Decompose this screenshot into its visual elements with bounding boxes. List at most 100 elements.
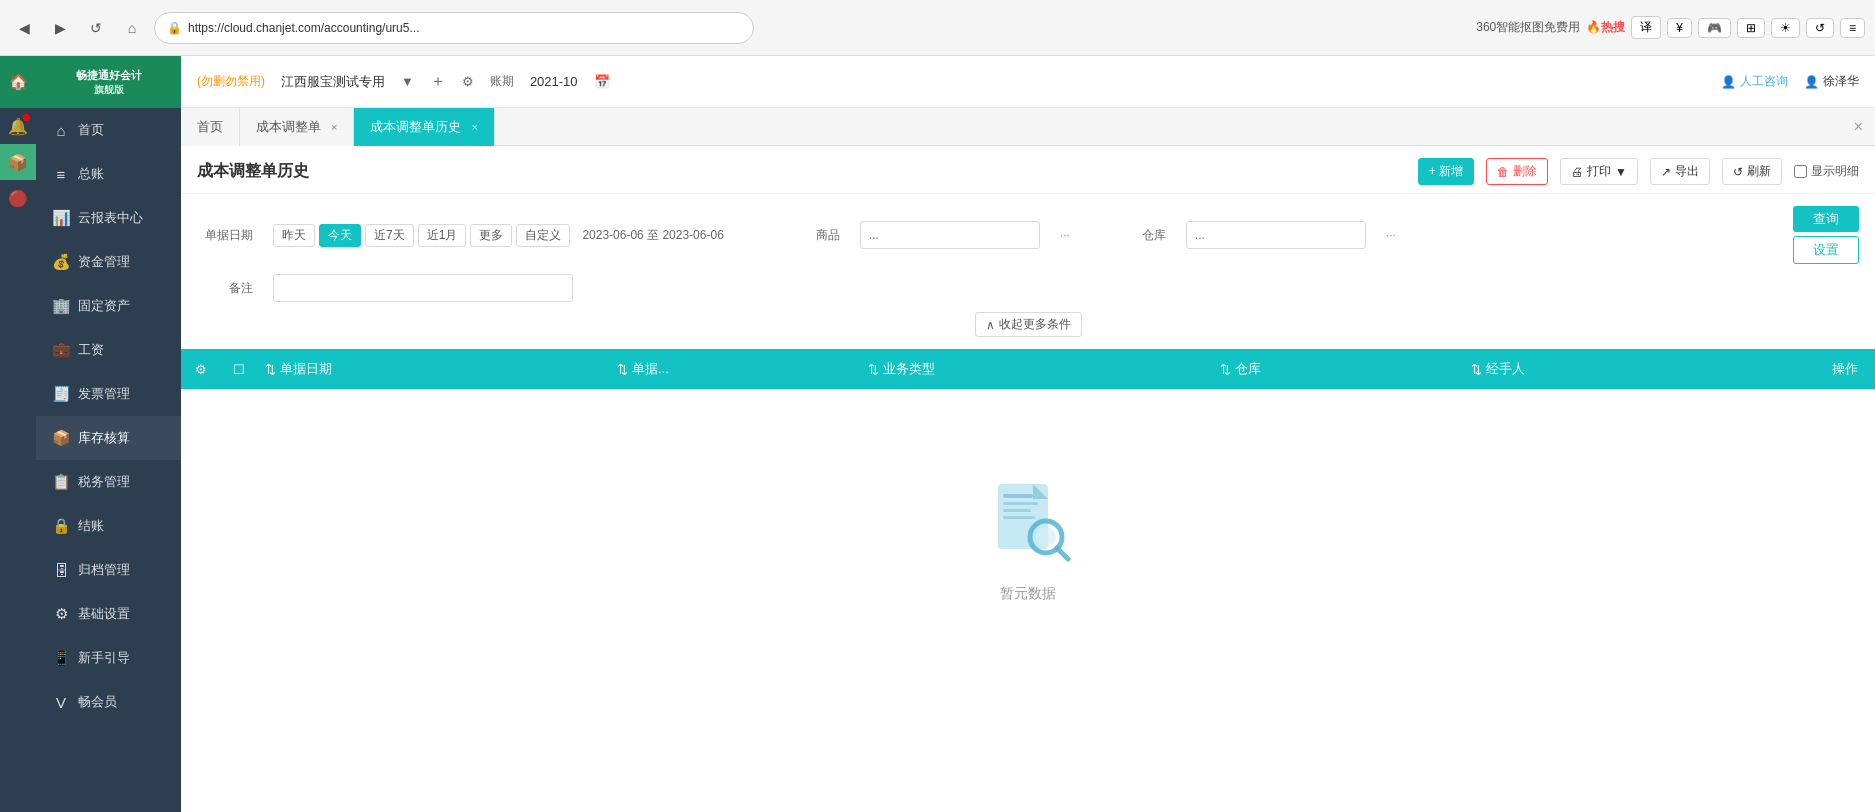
- address-bar[interactable]: 🔒 https://cloud.chanjet.com/accounting/u…: [154, 12, 754, 44]
- page-actions: + 新增 🗑 删除 🖨 打印 ▼ ↗ 导出 ↺: [1418, 158, 1859, 185]
- browser-tools: 360智能抠图免费用 🔥热搜 译 ¥ 🎮 ⊞ ☀ ↺ ≡: [1476, 16, 1865, 39]
- query-button[interactable]: 查询: [1793, 206, 1859, 232]
- consult-btn[interactable]: 👤 人工咨询: [1721, 73, 1788, 90]
- home-button[interactable]: ⌂: [118, 14, 146, 42]
- sidebar-item-guide[interactable]: 📱 新手引导: [36, 636, 181, 680]
- forward-button[interactable]: ▶: [46, 14, 74, 42]
- topbar-gear-icon[interactable]: ⚙: [462, 74, 474, 89]
- sort-date-icon: ⇅: [265, 362, 276, 377]
- sidebar-label-invoice: 发票管理: [78, 385, 130, 403]
- print-label: 打印: [1587, 163, 1611, 180]
- collapse-arrow-icon: ∧: [986, 318, 995, 332]
- empty-illustration: [978, 469, 1078, 569]
- table-checkbox-icon[interactable]: ☐: [233, 362, 245, 377]
- topbar-company: 江西服宝测试专用: [281, 73, 385, 91]
- th-date[interactable]: ⇅ 单据日期: [257, 360, 609, 378]
- rmb-btn[interactable]: ¥: [1667, 18, 1692, 38]
- topbar-calendar-icon[interactable]: 📅: [594, 74, 610, 89]
- tab-cost-adjust-history[interactable]: 成本调整单历史 ×: [354, 108, 494, 146]
- tab-cost-adjust[interactable]: 成本调整单 ×: [240, 108, 354, 146]
- tab2-close-icon[interactable]: ×: [471, 121, 477, 133]
- sidebar-label-vip: 畅会员: [78, 693, 117, 711]
- print-btn[interactable]: 🖨 打印 ▼: [1560, 158, 1638, 185]
- remarks-input[interactable]: [273, 274, 573, 302]
- th-doc-num[interactable]: ⇅ 单据...: [609, 360, 860, 378]
- topbar-add-icon[interactable]: ＋: [430, 71, 446, 92]
- th-warehouse[interactable]: ⇅ 仓库: [1212, 360, 1463, 378]
- collapse-row: ∧ 收起更多条件: [197, 312, 1859, 337]
- sidebar-item-assets[interactable]: 🏢 固定资产: [36, 284, 181, 328]
- table-settings-icon[interactable]: ⚙: [195, 362, 207, 377]
- delete-btn[interactable]: 🗑 删除: [1486, 158, 1548, 185]
- grid-btn[interactable]: ⊞: [1737, 18, 1765, 38]
- sidebar-label-guide: 新手引导: [78, 649, 130, 667]
- new-btn[interactable]: + 新增: [1418, 158, 1474, 185]
- empty-state: 暂元数据: [181, 389, 1875, 663]
- sidebar-label-funds: 资金管理: [78, 253, 130, 271]
- print-icon: 🖨: [1571, 165, 1583, 179]
- hot-search-label[interactable]: 🔥热搜: [1586, 19, 1625, 36]
- tab-home[interactable]: 首页: [181, 108, 240, 146]
- menu-btn[interactable]: ≡: [1840, 18, 1865, 38]
- date-btn-today[interactable]: 今天: [319, 224, 361, 247]
- sidebar-item-close[interactable]: 🔒 结账: [36, 504, 181, 548]
- sidebar-item-funds[interactable]: 💰 资金管理: [36, 240, 181, 284]
- warehouse-input[interactable]: [1186, 221, 1366, 249]
- goods-more-btn[interactable]: ···: [1060, 228, 1070, 242]
- rail-notification[interactable]: 🔔: [0, 108, 36, 144]
- assets-icon: 🏢: [52, 297, 70, 315]
- icon-rail: 🏠 🔔 📦 🔴: [0, 56, 36, 812]
- tab1-close-icon[interactable]: ×: [331, 121, 337, 133]
- logo-line1: 畅捷通好会计: [76, 68, 142, 82]
- goods-input[interactable]: [860, 221, 1040, 249]
- close-all-btn[interactable]: ×: [1842, 118, 1875, 136]
- show-cols-toggle[interactable]: 显示明细: [1794, 163, 1859, 180]
- th-settings[interactable]: ⚙: [181, 362, 221, 377]
- date-btn-yesterday[interactable]: 昨天: [273, 224, 315, 247]
- user-info[interactable]: 👤 徐泽华: [1804, 73, 1859, 90]
- vip-icon: V: [52, 694, 70, 711]
- sidebar-logo: 畅捷通好会计 旗舰版: [36, 56, 181, 108]
- sidebar-item-archive[interactable]: 🗄 归档管理: [36, 548, 181, 592]
- translate-btn[interactable]: 译: [1631, 16, 1661, 39]
- sidebar-item-tax[interactable]: 📋 税务管理: [36, 460, 181, 504]
- undo-btn[interactable]: ↺: [1806, 18, 1834, 38]
- setting-button[interactable]: 设置: [1793, 236, 1859, 264]
- date-btn-more[interactable]: 更多: [470, 224, 512, 247]
- game-btn[interactable]: 🎮: [1698, 18, 1731, 38]
- date-btn-1month[interactable]: 近1月: [418, 224, 467, 247]
- topbar-dropdown-icon[interactable]: ▼: [401, 74, 414, 89]
- sidebar-item-inventory[interactable]: 📦 库存核算: [36, 416, 181, 460]
- warehouse-more-btn[interactable]: ···: [1386, 228, 1396, 242]
- sidebar-item-invoice[interactable]: 🧾 发票管理: [36, 372, 181, 416]
- search-hint: 360智能抠图免费用: [1476, 19, 1580, 36]
- sidebar-item-vip[interactable]: V 畅会员: [36, 680, 181, 724]
- sidebar-item-home[interactable]: ⌂ 首页: [36, 108, 181, 152]
- rail-item-3[interactable]: 🔴: [0, 180, 36, 216]
- sidebar-item-settings[interactable]: ⚙ 基础设置: [36, 592, 181, 636]
- th-handler[interactable]: ⇅ 经手人: [1463, 360, 1815, 378]
- back-button[interactable]: ◀: [10, 14, 38, 42]
- table-container: ⚙ ☐ ⇅ 单据日期 ⇅ 单据... ⇅ 业务类型: [181, 349, 1875, 663]
- remarks-filter-label: 备注: [197, 280, 253, 297]
- th-warehouse-label: 仓库: [1235, 360, 1261, 378]
- table-header: ⚙ ☐ ⇅ 单据日期 ⇅ 单据... ⇅ 业务类型: [181, 349, 1875, 389]
- date-filter-label: 单据日期: [197, 227, 253, 244]
- theme-btn[interactable]: ☀: [1771, 18, 1800, 38]
- refresh-btn[interactable]: ↺ 刷新: [1722, 158, 1782, 185]
- sidebar-item-payroll[interactable]: 💼 工资: [36, 328, 181, 372]
- th-biz-type[interactable]: ⇅ 业务类型: [860, 360, 1212, 378]
- th-biztype-label: 业务类型: [883, 360, 935, 378]
- topbar-period-label: 账期: [490, 73, 514, 90]
- sidebar-item-reports[interactable]: 📊 云报表中心: [36, 196, 181, 240]
- sidebar-item-ledger[interactable]: ≡ 总账: [36, 152, 181, 196]
- th-checkbox[interactable]: ☐: [221, 362, 257, 377]
- reload-button[interactable]: ↺: [82, 14, 110, 42]
- collapse-button[interactable]: ∧ 收起更多条件: [975, 312, 1082, 337]
- topbar-period-value: 2021-10: [530, 74, 578, 89]
- rail-active[interactable]: 📦: [0, 144, 36, 180]
- show-cols-checkbox[interactable]: [1794, 165, 1807, 178]
- export-btn[interactable]: ↗ 导出: [1650, 158, 1710, 185]
- date-btn-custom[interactable]: 自定义: [516, 224, 570, 247]
- date-btn-7days[interactable]: 近7天: [365, 224, 414, 247]
